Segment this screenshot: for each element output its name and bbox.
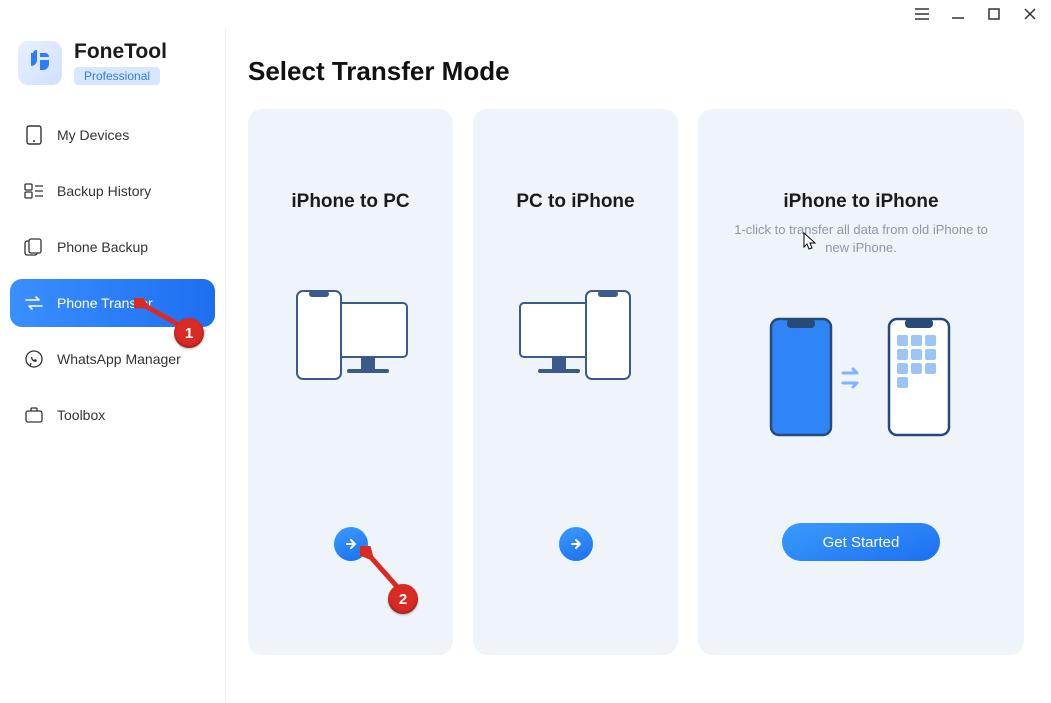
card-iphone-to-pc[interactable]: iPhone to PC [248,109,453,655]
backup-icon [24,238,44,256]
pc-to-iphone-arrow-button[interactable] [559,527,593,561]
card-pc-to-iphone[interactable]: PC to iPhone [473,109,678,655]
minimize-icon[interactable] [951,7,965,21]
card-subtitle: 1-click to transfer all data from old iP… [716,221,1006,257]
sidebar-item-label: Backup History [57,183,151,199]
card-title: iPhone to iPhone [783,191,938,213]
brand: FoneTool Professional [10,36,215,101]
iphone-to-iphone-graphic-icon [761,313,961,443]
history-icon [24,182,44,200]
card-title: iPhone to PC [291,191,409,213]
close-icon[interactable] [1023,7,1037,21]
page-title: Select Transfer Mode [248,56,1029,87]
sidebar-item-label: WhatsApp Manager [57,351,181,367]
brand-badge: Professional [74,67,160,85]
device-icon [24,126,44,144]
pc-to-iphone-graphic-icon [516,287,636,383]
maximize-icon[interactable] [987,7,1001,21]
transfer-icon [24,294,44,312]
toolbox-icon [24,406,44,424]
sidebar-item-label: Phone Backup [57,239,148,255]
brand-name: FoneTool [74,40,167,64]
window-titlebar [0,0,1051,28]
annotation-badge-1: 1 [174,318,204,348]
whatsapp-icon [24,350,44,368]
sidebar-item-backup-history[interactable]: Backup History [10,167,215,215]
sidebar-item-toolbox[interactable]: Toolbox [10,391,215,439]
sidebar: FoneTool Professional My Devices Backup … [0,28,226,703]
get-started-button[interactable]: Get Started [782,523,940,561]
sidebar-item-label: My Devices [57,127,129,143]
brand-logo-icon [18,41,62,85]
card-title: PC to iPhone [516,191,634,213]
hamburger-menu-icon[interactable] [915,7,929,21]
nav-list: My Devices Backup History Phone Backup P… [10,111,215,439]
sidebar-item-phone-backup[interactable]: Phone Backup [10,223,215,271]
sidebar-item-my-devices[interactable]: My Devices [10,111,215,159]
sidebar-item-label: Toolbox [57,407,105,423]
main-content: Select Transfer Mode iPhone to PC [226,28,1051,703]
annotation-badge-2: 2 [388,584,418,614]
cursor-pointer-icon [803,232,817,255]
card-iphone-to-iphone[interactable]: iPhone to iPhone 1-click to transfer all… [698,109,1024,655]
iphone-to-pc-graphic-icon [291,287,411,383]
